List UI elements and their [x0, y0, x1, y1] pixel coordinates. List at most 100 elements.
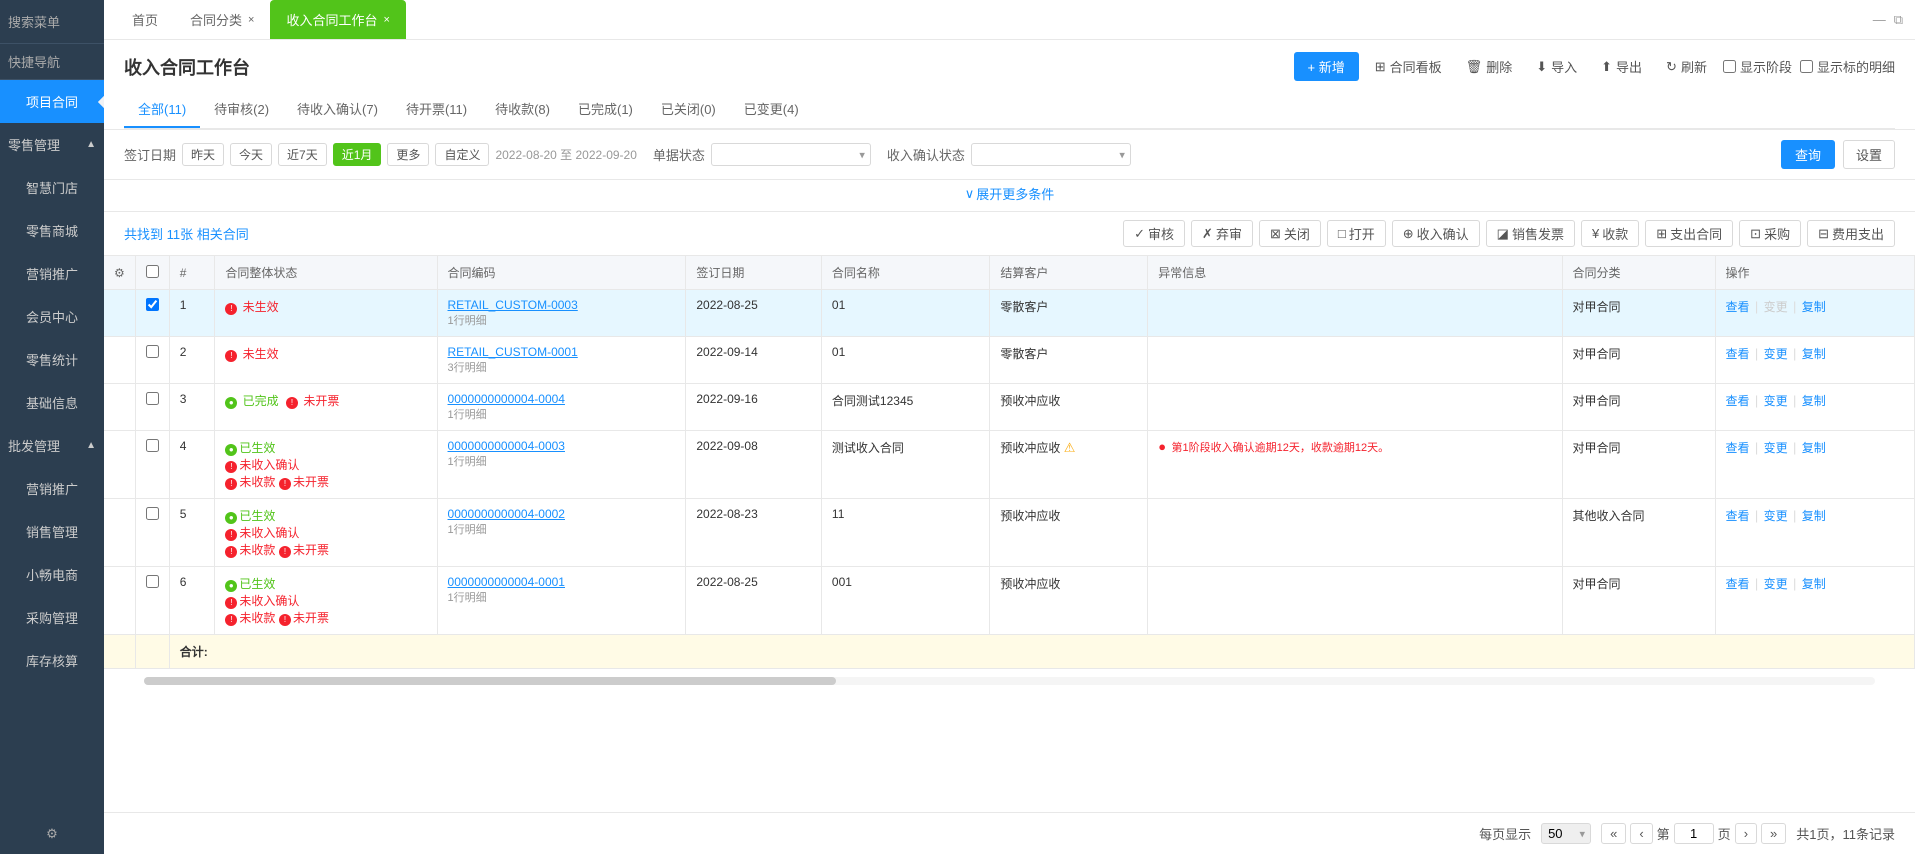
contract-code-link[interactable]: 0000000000004-0004 [448, 392, 676, 406]
change-link[interactable]: 变更 [1764, 577, 1788, 591]
sidebar-item-marketing[interactable]: 营销推广 [0, 252, 104, 295]
expense-btn[interactable]: ⊟ 费用支出 [1807, 220, 1895, 247]
copy-link[interactable]: 复制 [1802, 441, 1826, 455]
close-btn[interactable]: ⊠ 关闭 [1259, 220, 1321, 247]
show-detail-input[interactable] [1800, 60, 1813, 73]
setting-button[interactable]: 设置 [1843, 140, 1895, 169]
purchase-btn[interactable]: ⊡ 采购 [1739, 220, 1801, 247]
date-btn-yesterday[interactable]: 昨天 [182, 143, 224, 166]
show-cols-checkbox[interactable]: 显示阶段 [1723, 57, 1792, 76]
sidebar-item-retail-mall[interactable]: 零售商城 [0, 209, 104, 252]
tab-close-income-contract[interactable]: × [383, 14, 389, 26]
contract-code-link[interactable]: 0000000000004-0001 [448, 575, 676, 589]
view-link[interactable]: 查看 [1726, 300, 1750, 314]
change-link[interactable]: 变更 [1764, 509, 1788, 523]
out-contract-btn[interactable]: ⊞ 支出合同 [1645, 220, 1733, 247]
view-link[interactable]: 查看 [1726, 347, 1750, 361]
sidebar-item-marketing2[interactable]: 营销推广 [0, 467, 104, 510]
filter-tab-closed[interactable]: 已关闭(0) [647, 91, 730, 128]
income-confirm-btn[interactable]: ⊕ 收入确认 [1392, 220, 1480, 247]
show-cols-input[interactable] [1723, 60, 1736, 73]
refresh-button[interactable]: ↻ 刷新 [1658, 53, 1715, 80]
contract-code-link[interactable]: RETAIL_CUSTOM-0001 [448, 345, 676, 359]
select-all-checkbox[interactable] [146, 265, 159, 278]
filter-tab-pending-invoice[interactable]: 待开票(11) [392, 91, 481, 128]
horizontal-scrollbar[interactable] [144, 677, 1875, 685]
col-settings[interactable]: ⚙ [104, 256, 135, 290]
change-link[interactable]: 变更 [1764, 441, 1788, 455]
sidebar-item-wholesale[interactable]: 批发管理 ▲ [0, 424, 104, 467]
change-link[interactable]: 变更 [1764, 347, 1788, 361]
row-checkbox[interactable] [135, 290, 169, 337]
date-btn-more[interactable]: 更多 [387, 143, 429, 166]
income-confirm-select[interactable] [971, 143, 1131, 166]
sidebar-item-sales-mgmt[interactable]: 销售管理 [0, 510, 104, 553]
payment-btn[interactable]: ¥ 收款 [1581, 220, 1639, 247]
date-btn-today[interactable]: 今天 [230, 143, 272, 166]
col-checkbox[interactable] [135, 256, 169, 290]
tab-close-contract-category[interactable]: × [248, 14, 254, 26]
filter-tab-pending-review[interactable]: 待审核(2) [200, 91, 283, 128]
copy-link[interactable]: 复制 [1802, 347, 1826, 361]
copy-link[interactable]: 复制 [1802, 509, 1826, 523]
restore-icon[interactable]: ⧉ [1894, 12, 1903, 28]
open-btn[interactable]: □ 打开 [1327, 220, 1386, 247]
page-size-select[interactable]: 50 100 200 [1541, 823, 1591, 844]
new-button[interactable]: + 新增 [1294, 52, 1359, 81]
contract-code-link[interactable]: 0000000000004-0003 [448, 439, 676, 453]
sidebar-item-member[interactable]: 会员中心 [0, 295, 104, 338]
doc-status-select[interactable] [711, 143, 871, 166]
minimize-icon[interactable]: — [1873, 12, 1886, 28]
delete-button[interactable]: 🗑 删除 [1458, 53, 1521, 80]
abandon-btn[interactable]: ✗ 弃审 [1191, 220, 1253, 247]
sales-invoice-btn[interactable]: ◪ 销售发票 [1486, 220, 1575, 247]
date-btn-custom[interactable]: 自定义 [435, 143, 489, 166]
filter-tab-completed[interactable]: 已完成(1) [564, 91, 647, 128]
last-page-btn[interactable]: » [1761, 823, 1786, 844]
contract-board-button[interactable]: ⊞ 合同看板 [1367, 53, 1450, 80]
sidebar-item-smart-store[interactable]: 智慧门店 [0, 166, 104, 209]
change-link[interactable]: 变更 [1764, 394, 1788, 408]
sidebar-item-retail-mgmt[interactable]: 零售管理 ▲ [0, 123, 104, 166]
copy-link[interactable]: 复制 [1802, 300, 1826, 314]
copy-link[interactable]: 复制 [1802, 394, 1826, 408]
row-checkbox[interactable] [135, 499, 169, 567]
query-button[interactable]: 查询 [1781, 140, 1835, 169]
contract-code-link[interactable]: RETAIL_CUSTOM-0003 [448, 298, 676, 312]
filter-tab-pending-payment[interactable]: 待收款(8) [481, 91, 564, 128]
sidebar-item-base-info[interactable]: 基础信息 [0, 381, 104, 424]
page-input[interactable] [1674, 823, 1714, 844]
sidebar-item-retail-stats[interactable]: 零售统计 [0, 338, 104, 381]
import-button[interactable]: ⬇ 导入 [1528, 53, 1585, 80]
prev-page-btn[interactable]: ‹ [1630, 823, 1652, 844]
tab-contract-category[interactable]: 合同分类 × [174, 0, 270, 39]
filter-tab-pending-income-confirm[interactable]: 待收入确认(7) [283, 91, 392, 128]
show-detail-checkbox[interactable]: 显示标的明细 [1800, 57, 1895, 76]
first-page-btn[interactable]: « [1601, 823, 1626, 844]
scrollbar-thumb[interactable] [144, 677, 836, 685]
sidebar-item-project[interactable]: 项目合同 [0, 80, 104, 123]
export-button[interactable]: ⬆ 导出 [1593, 53, 1650, 80]
change-link[interactable]: 变更 [1764, 300, 1788, 314]
view-link[interactable]: 查看 [1726, 577, 1750, 591]
tab-income-contract[interactable]: 收入合同工作台 × [270, 0, 405, 39]
date-btn-last7days[interactable]: 近7天 [278, 143, 327, 166]
sidebar-item-inventory[interactable]: 库存核算 [0, 639, 104, 682]
row-checkbox[interactable] [135, 431, 169, 499]
view-link[interactable]: 查看 [1726, 509, 1750, 523]
sidebar-item-xiaochangec[interactable]: 小畅电商 [0, 553, 104, 596]
review-btn[interactable]: ✓ 审核 [1123, 220, 1185, 247]
tab-home[interactable]: 首页 [116, 0, 174, 39]
copy-link[interactable]: 复制 [1802, 577, 1826, 591]
filter-tab-all[interactable]: 全部(11) [124, 91, 200, 128]
expand-more-btn[interactable]: ∨ 展开更多条件 [965, 184, 1055, 203]
row-checkbox[interactable] [135, 567, 169, 635]
row-checkbox[interactable] [135, 384, 169, 431]
date-btn-last1month[interactable]: 近1月 [333, 143, 382, 166]
contract-code-link[interactable]: 0000000000004-0002 [448, 507, 676, 521]
sidebar-search[interactable]: 搜索菜单 [0, 0, 104, 44]
view-link[interactable]: 查看 [1726, 394, 1750, 408]
filter-tab-changed[interactable]: 已变更(4) [730, 91, 813, 128]
sidebar-settings[interactable]: ⚙ [0, 814, 104, 854]
sidebar-item-purchase[interactable]: 采购管理 [0, 596, 104, 639]
